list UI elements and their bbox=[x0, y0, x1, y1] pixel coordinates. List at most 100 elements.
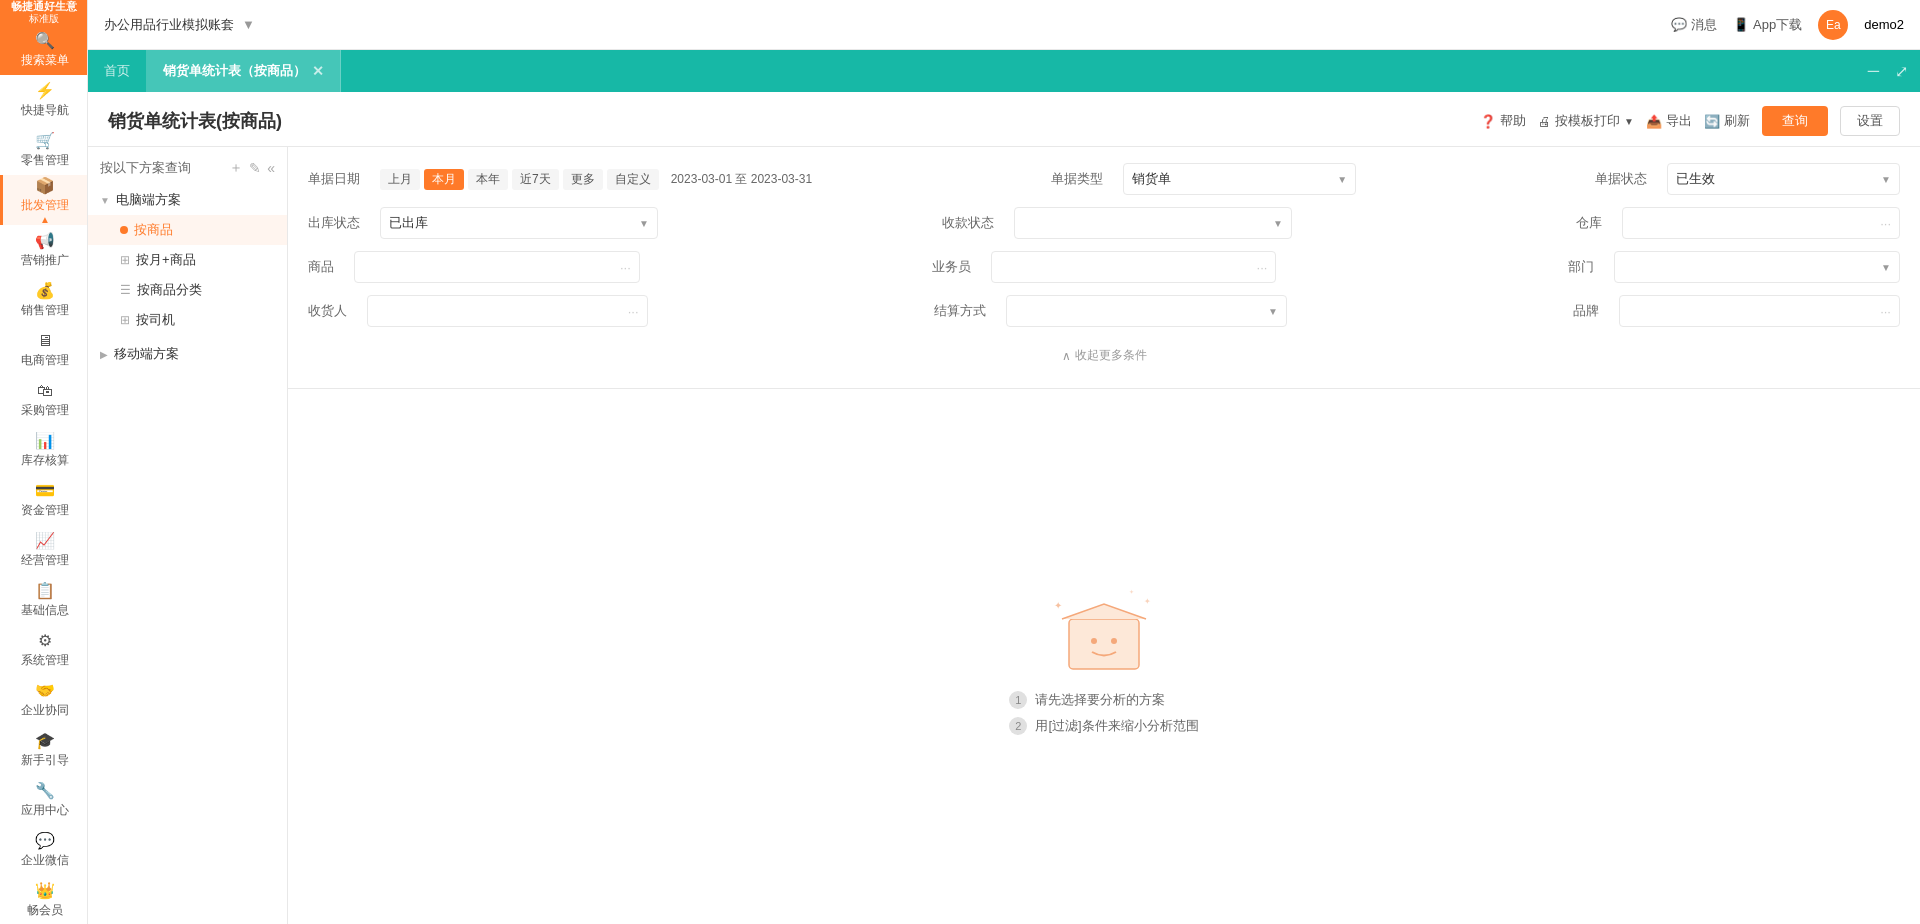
sidebar-item-basic[interactable]: 📋 基础信息 bbox=[0, 575, 87, 625]
settings-btn[interactable]: 设置 bbox=[1840, 106, 1900, 136]
right-content: 单据日期 上月 本月 本年 近7天 更多 自定义 2023-03-01 至 20… bbox=[288, 147, 1920, 924]
sidebar-item-guide[interactable]: 🎓 新手引导 bbox=[0, 725, 87, 775]
tree-item-by-driver[interactable]: ⊞ 按司机 bbox=[88, 305, 287, 335]
warehouse-status-value: 已出库 bbox=[389, 214, 428, 232]
add-scheme-btn[interactable]: ＋ bbox=[229, 159, 243, 177]
refresh-btn[interactable]: 🔄 刷新 bbox=[1704, 112, 1750, 130]
payment-method-select[interactable]: ▼ bbox=[1006, 295, 1287, 327]
edit-scheme-btn[interactable]: ✎ bbox=[249, 160, 261, 176]
date-label: 单据日期 bbox=[308, 170, 360, 188]
query-btn[interactable]: 查询 bbox=[1762, 106, 1828, 136]
doc-status-value: 已生效 bbox=[1676, 170, 1715, 188]
avatar-text: Ea bbox=[1826, 18, 1841, 32]
tree-item-desktop[interactable]: ▼ 电脑端方案 bbox=[88, 185, 287, 215]
sidebar-item-ecom[interactable]: 🖥 电商管理 bbox=[0, 325, 87, 375]
left-panel-title: 按以下方案查询 bbox=[100, 159, 191, 177]
filter-section: 单据日期 上月 本月 本年 近7天 更多 自定义 2023-03-01 至 20… bbox=[288, 147, 1920, 389]
sidebar-item-wholesale[interactable]: 📦 批发管理 ▲ bbox=[0, 175, 87, 225]
sidebar-item-inventory[interactable]: 📊 库存核算 bbox=[0, 425, 87, 475]
payment-status-select[interactable]: ▼ bbox=[1014, 207, 1292, 239]
tree-item-mobile[interactable]: ▶ 移动端方案 bbox=[88, 339, 287, 369]
goods-label: 商品 bbox=[308, 258, 334, 276]
doc-status-select[interactable]: 已生效 ▼ bbox=[1667, 163, 1900, 195]
main-wrapper: 办公用品行业模拟账套 ▼ 💬 消息 📱 App下载 Ea demo2 首页 销货… bbox=[88, 0, 1920, 924]
refresh-label: 刷新 bbox=[1724, 112, 1750, 130]
brand-label: 品牌 bbox=[1573, 302, 1599, 320]
help-btn[interactable]: ❓ 帮助 bbox=[1480, 112, 1526, 130]
sidebar-item-system[interactable]: ⚙ 系统管理 bbox=[0, 625, 87, 675]
industry-dropdown-icon[interactable]: ▼ bbox=[242, 17, 255, 32]
query-label: 查询 bbox=[1782, 113, 1808, 128]
date-pill-last-month[interactable]: 上月 bbox=[380, 169, 420, 190]
tree-item-by-goods[interactable]: 按商品 bbox=[88, 215, 287, 245]
date-pill-this-year[interactable]: 本年 bbox=[468, 169, 508, 190]
retail-icon: 🛒 bbox=[35, 131, 55, 150]
sidebar-item-quick-nav[interactable]: ⚡ 快捷导航 bbox=[0, 75, 87, 125]
sidebar-item-biz[interactable]: 📈 经营管理 bbox=[0, 525, 87, 575]
sidebar-item-sales[interactable]: 💰 销售管理 bbox=[0, 275, 87, 325]
doc-status-label: 单据状态 bbox=[1595, 170, 1647, 188]
date-pill-more[interactable]: 更多 bbox=[563, 169, 603, 190]
collapse-panel-btn[interactable]: « bbox=[267, 160, 275, 176]
tab-expand-icon[interactable]: ⤢ bbox=[1891, 58, 1912, 85]
sidebar-item-label: 库存核算 bbox=[21, 452, 69, 469]
sidebar: 畅捷通好生意 标准版 🔍 搜索菜单 ⚡ 快捷导航 🛒 零售管理 📦 批发管理 ▲… bbox=[0, 0, 88, 924]
inventory-icon: 📊 bbox=[35, 431, 55, 450]
sidebar-item-wechat[interactable]: 💬 企业微信 bbox=[0, 825, 87, 875]
sidebar-item-search[interactable]: 🔍 搜索菜单 bbox=[0, 25, 87, 75]
department-select[interactable]: ▼ bbox=[1614, 251, 1900, 283]
tree-item-label: 按商品 bbox=[134, 221, 173, 239]
goods-dots-icon: ··· bbox=[620, 260, 631, 275]
tree-item-icon: ⊞ bbox=[120, 313, 130, 327]
sidebar-item-marketing[interactable]: 📢 营销推广 bbox=[0, 225, 87, 275]
empty-svg: ✦ ✦ ✦ bbox=[1044, 579, 1164, 679]
sidebar-item-label: 电商管理 bbox=[21, 352, 69, 369]
warehouse-status-select[interactable]: 已出库 ▼ bbox=[380, 207, 658, 239]
svg-text:✦: ✦ bbox=[1129, 589, 1134, 595]
goods-input[interactable]: ··· bbox=[354, 251, 640, 283]
quick-nav-icon: ⚡ bbox=[35, 81, 55, 100]
basic-icon: 📋 bbox=[35, 581, 55, 600]
sidebar-item-purchase[interactable]: 🛍 采购管理 bbox=[0, 375, 87, 425]
warehouse-label: 仓库 bbox=[1576, 214, 1602, 232]
receiver-dots-icon: ··· bbox=[628, 304, 639, 319]
message-btn[interactable]: 💬 消息 bbox=[1671, 16, 1717, 34]
sidebar-item-retail[interactable]: 🛒 零售管理 bbox=[0, 125, 87, 175]
export-btn[interactable]: 📤 导出 bbox=[1646, 112, 1692, 130]
svg-text:✦: ✦ bbox=[1144, 597, 1151, 606]
svg-text:✦: ✦ bbox=[1054, 600, 1062, 611]
app-download-btn[interactable]: 📱 App下载 bbox=[1733, 16, 1802, 34]
tree-item-by-month-goods[interactable]: ⊞ 按月+商品 bbox=[88, 245, 287, 275]
sidebar-item-member[interactable]: 👑 畅会员 bbox=[0, 875, 87, 924]
sidebar-item-apps[interactable]: 🔧 应用中心 bbox=[0, 775, 87, 825]
tree-item-label: 按司机 bbox=[136, 311, 175, 329]
warehouse-input[interactable]: ··· bbox=[1622, 207, 1900, 239]
tree-item-by-category[interactable]: ☰ 按商品分类 bbox=[88, 275, 287, 305]
tab-home[interactable]: 首页 bbox=[88, 50, 147, 92]
sidebar-item-label: 企业微信 bbox=[21, 852, 69, 869]
filter-row-3: 商品 ··· 业务员 ··· 部门 bbox=[308, 251, 1900, 283]
brand-input[interactable]: ··· bbox=[1619, 295, 1900, 327]
settings-label: 设置 bbox=[1857, 113, 1883, 128]
receiver-input[interactable]: ··· bbox=[367, 295, 648, 327]
print-icon: 🖨 bbox=[1538, 114, 1551, 129]
sidebar-item-corp[interactable]: 🤝 企业协同 bbox=[0, 675, 87, 725]
date-pill-custom[interactable]: 自定义 bbox=[607, 169, 659, 190]
tab-close-icon[interactable]: ✕ bbox=[312, 63, 324, 79]
app-logo[interactable]: 畅捷通好生意 标准版 bbox=[0, 0, 87, 25]
date-pill-7days[interactable]: 近7天 bbox=[512, 169, 559, 190]
date-pill-this-month[interactable]: 本月 bbox=[424, 169, 464, 190]
salesman-label: 业务员 bbox=[932, 258, 971, 276]
collapse-btn[interactable]: ∧ 收起更多条件 bbox=[1062, 347, 1147, 364]
user-avatar[interactable]: Ea bbox=[1818, 10, 1848, 40]
tab-minimize-icon[interactable]: ─ bbox=[1864, 58, 1883, 84]
doc-type-select[interactable]: 销货单 ▼ bbox=[1123, 163, 1356, 195]
payment-status-chevron-icon: ▼ bbox=[1273, 218, 1283, 229]
salesman-input[interactable]: ··· bbox=[991, 251, 1277, 283]
collapse-bar[interactable]: ∧ 收起更多条件 bbox=[308, 339, 1900, 372]
print-label: 按模板打印 bbox=[1555, 112, 1620, 130]
print-btn[interactable]: 🖨 按模板打印 ▼ bbox=[1538, 112, 1634, 130]
tab-sales-stat[interactable]: 销货单统计表（按商品） ✕ bbox=[147, 50, 341, 92]
payment-method-label: 结算方式 bbox=[934, 302, 986, 320]
sidebar-item-finance[interactable]: 💳 资金管理 bbox=[0, 475, 87, 525]
